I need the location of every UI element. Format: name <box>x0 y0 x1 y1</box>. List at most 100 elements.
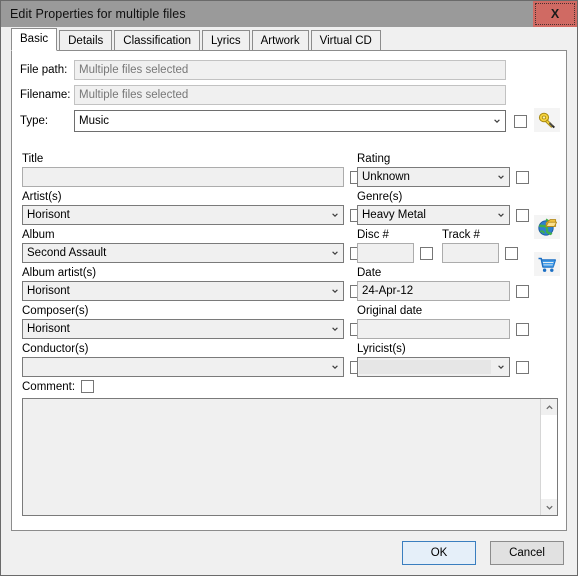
chevron-down-icon <box>326 320 343 338</box>
filename-input[interactable]: Multiple files selected <box>74 85 506 105</box>
composer-field: Composer(s) Horisont <box>22 304 363 339</box>
genre-combobox[interactable]: Heavy Metal <box>357 205 510 225</box>
rating-field: Rating Unknown <box>357 152 529 187</box>
conductor-field: Conductor(s) <box>22 342 363 377</box>
original-date-checkbox[interactable] <box>516 322 529 336</box>
comment-label: Comment: <box>22 380 76 393</box>
type-value: Music <box>79 115 110 127</box>
title-label: Title <box>22 153 44 165</box>
genre-field: Genre(s) Heavy Metal <box>357 190 529 225</box>
date-label: Date <box>357 267 382 279</box>
chevron-down-icon <box>492 168 509 186</box>
album-artist-combobox[interactable]: Horisont <box>22 281 344 301</box>
album-field: Album Second Assault <box>22 228 363 263</box>
comment-checkbox[interactable] <box>81 380 95 393</box>
type-row: Type: Music <box>12 109 566 133</box>
scroll-up-icon[interactable] <box>541 399 557 415</box>
type-combobox[interactable]: Music <box>74 110 506 132</box>
title-field: Title <box>22 152 363 187</box>
disc-number-input[interactable] <box>357 243 414 263</box>
file-path-input[interactable]: Multiple files selected <box>74 60 506 80</box>
track-number-input[interactable] <box>442 243 499 263</box>
basic-tab-panel: File path: Multiple files selected Filen… <box>11 50 567 531</box>
composer-value: Horisont <box>27 323 70 335</box>
tab-basic[interactable]: Basic <box>11 28 58 51</box>
date-checkbox[interactable] <box>516 284 529 298</box>
tag-pencil-icon <box>538 112 555 129</box>
close-button[interactable]: X <box>533 1 577 27</box>
lyricist-value <box>359 360 491 374</box>
track-number-field: Track # <box>442 228 518 263</box>
cancel-button[interactable]: Cancel <box>490 541 564 565</box>
track-number-label: Track # <box>442 229 480 241</box>
rating-label: Rating <box>357 153 391 165</box>
chevron-down-icon <box>488 112 505 130</box>
lyricist-combobox[interactable] <box>357 357 510 377</box>
album-label: Album <box>22 229 55 241</box>
original-date-label: Original date <box>357 305 423 317</box>
artist-label: Artist(s) <box>22 191 62 203</box>
tab-virtual-cd[interactable]: Virtual CD <box>310 30 381 50</box>
genre-checkbox[interactable] <box>516 208 529 222</box>
rating-checkbox[interactable] <box>516 170 529 184</box>
lyricist-field: Lyricist(s) <box>357 342 529 377</box>
artist-combobox[interactable]: Horisont <box>22 205 344 225</box>
tab-artwork[interactable]: Artwork <box>251 30 309 50</box>
album-value: Second Assault <box>27 247 107 259</box>
title-input[interactable] <box>22 167 344 187</box>
lyricist-label: Lyricist(s) <box>357 343 406 355</box>
composer-combobox[interactable]: Horisont <box>22 319 344 339</box>
dialog-footer: OK Cancel <box>1 531 577 575</box>
original-date-field: Original date <box>357 304 529 339</box>
album-artist-label: Album artist(s) <box>22 267 97 279</box>
tab-lyrics[interactable]: Lyrics <box>202 30 250 50</box>
file-path-row: File path: Multiple files selected <box>12 59 566 81</box>
tab-strip: Basic Details Classification Lyrics Artw… <box>1 27 577 51</box>
artist-value: Horisont <box>27 209 70 221</box>
chevron-down-icon <box>492 206 509 224</box>
comment-label-row: Comment: <box>22 380 95 393</box>
track-number-checkbox[interactable] <box>505 246 518 260</box>
disc-number-checkbox[interactable] <box>420 246 433 260</box>
scrollbar-track[interactable] <box>541 415 557 499</box>
lyricist-checkbox[interactable] <box>516 360 529 374</box>
chevron-down-icon <box>492 358 509 376</box>
tag-pencil-icon-button[interactable] <box>534 108 560 132</box>
chevron-down-icon <box>326 282 343 300</box>
type-checkbox[interactable] <box>514 114 527 128</box>
title-bar: Edit Properties for multiple files X <box>1 1 577 27</box>
original-date-input[interactable] <box>357 319 510 339</box>
filename-row: Filename: Multiple files selected <box>12 84 566 106</box>
disc-number-label: Disc # <box>357 229 389 241</box>
comment-textarea[interactable] <box>23 399 540 515</box>
file-path-label: File path: <box>20 64 68 76</box>
disc-number-field: Disc # <box>357 228 433 263</box>
genre-label: Genre(s) <box>357 191 403 203</box>
comment-textarea-wrap <box>22 398 558 516</box>
window-title: Edit Properties for multiple files <box>10 7 186 21</box>
chevron-down-icon <box>326 358 343 376</box>
scroll-down-icon[interactable] <box>541 499 557 515</box>
rating-combobox[interactable]: Unknown <box>357 167 510 187</box>
rating-value: Unknown <box>362 171 410 183</box>
filename-label: Filename: <box>20 89 71 101</box>
tab-classification[interactable]: Classification <box>114 30 201 50</box>
conductor-combobox[interactable] <box>22 357 344 377</box>
shopping-cart-icon-button[interactable] <box>534 252 560 276</box>
shopping-cart-icon <box>538 257 556 272</box>
artist-field: Artist(s) Horisont <box>22 190 363 225</box>
globe-folder-icon-button[interactable] <box>534 215 560 239</box>
ok-button[interactable]: OK <box>402 541 476 565</box>
album-artist-value: Horisont <box>27 285 70 297</box>
edit-properties-dialog: Edit Properties for multiple files X Bas… <box>0 0 578 576</box>
tab-details[interactable]: Details <box>59 30 113 50</box>
close-label: X <box>550 7 560 21</box>
chevron-down-icon <box>326 206 343 224</box>
conductor-label: Conductor(s) <box>22 343 89 355</box>
album-combobox[interactable]: Second Assault <box>22 243 344 263</box>
type-label: Type: <box>20 115 49 127</box>
comment-scrollbar[interactable] <box>540 399 557 515</box>
date-input[interactable]: 24-Apr-12 <box>357 281 510 301</box>
chevron-down-icon <box>326 244 343 262</box>
album-artist-field: Album artist(s) Horisont <box>22 266 363 301</box>
